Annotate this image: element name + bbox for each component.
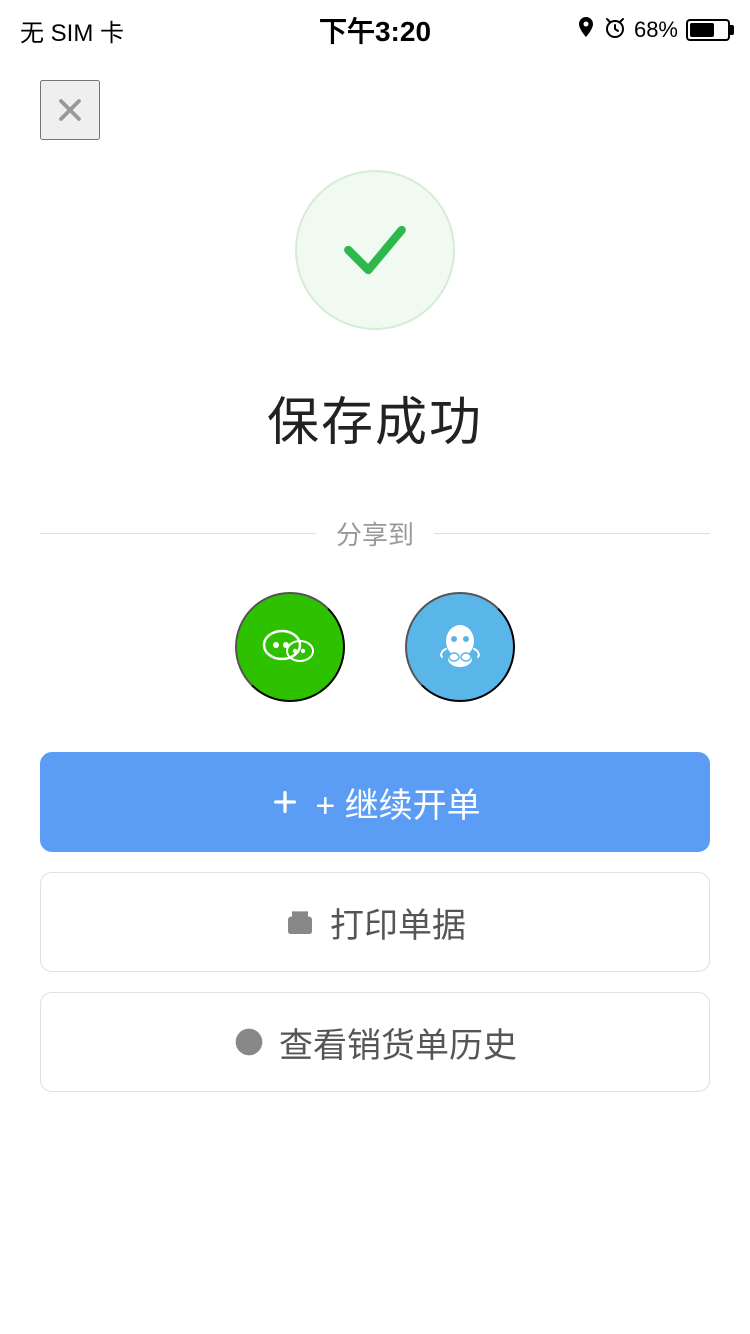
plus-icon: [269, 786, 301, 818]
history-icon: [233, 1026, 265, 1058]
success-title: 保存成功: [267, 380, 483, 455]
status-right: 68%: [576, 15, 730, 45]
status-time: 下午3:20: [319, 10, 431, 50]
battery-icon: [686, 19, 730, 41]
share-section: 分享到: [40, 515, 710, 702]
print-label: 打印单据: [330, 898, 466, 947]
close-button[interactable]: [40, 80, 100, 140]
success-icon-circle: [295, 170, 455, 330]
wechat-share-button[interactable]: [235, 592, 345, 702]
status-left: 无 SIM 卡: [20, 13, 132, 48]
main-content: 保存成功 分享到: [0, 60, 750, 1334]
qq-icon: [430, 617, 490, 677]
continue-label: + 继续开单: [315, 778, 480, 827]
battery-text: 68%: [634, 17, 678, 43]
share-label: 分享到: [336, 515, 414, 552]
qq-share-button[interactable]: [405, 592, 515, 702]
history-label: 查看销货单历史: [279, 1018, 517, 1067]
location-icon: [576, 15, 596, 45]
wechat-icon: [260, 617, 320, 677]
history-button[interactable]: 查看销货单历史: [40, 992, 710, 1092]
checkmark-icon: [335, 210, 415, 290]
continue-button[interactable]: + 继续开单: [40, 752, 710, 852]
status-bar: 无 SIM 卡 下午3:20 68%: [0, 0, 750, 60]
no-sim-text: 无 SIM 卡: [20, 13, 124, 48]
print-icon: [284, 906, 316, 938]
alarm-icon: [604, 15, 626, 45]
share-divider: 分享到: [40, 515, 710, 552]
share-icons: [40, 592, 710, 702]
action-buttons: + 继续开单 打印单据 查看销货单历史: [40, 752, 710, 1092]
print-button[interactable]: 打印单据: [40, 872, 710, 972]
